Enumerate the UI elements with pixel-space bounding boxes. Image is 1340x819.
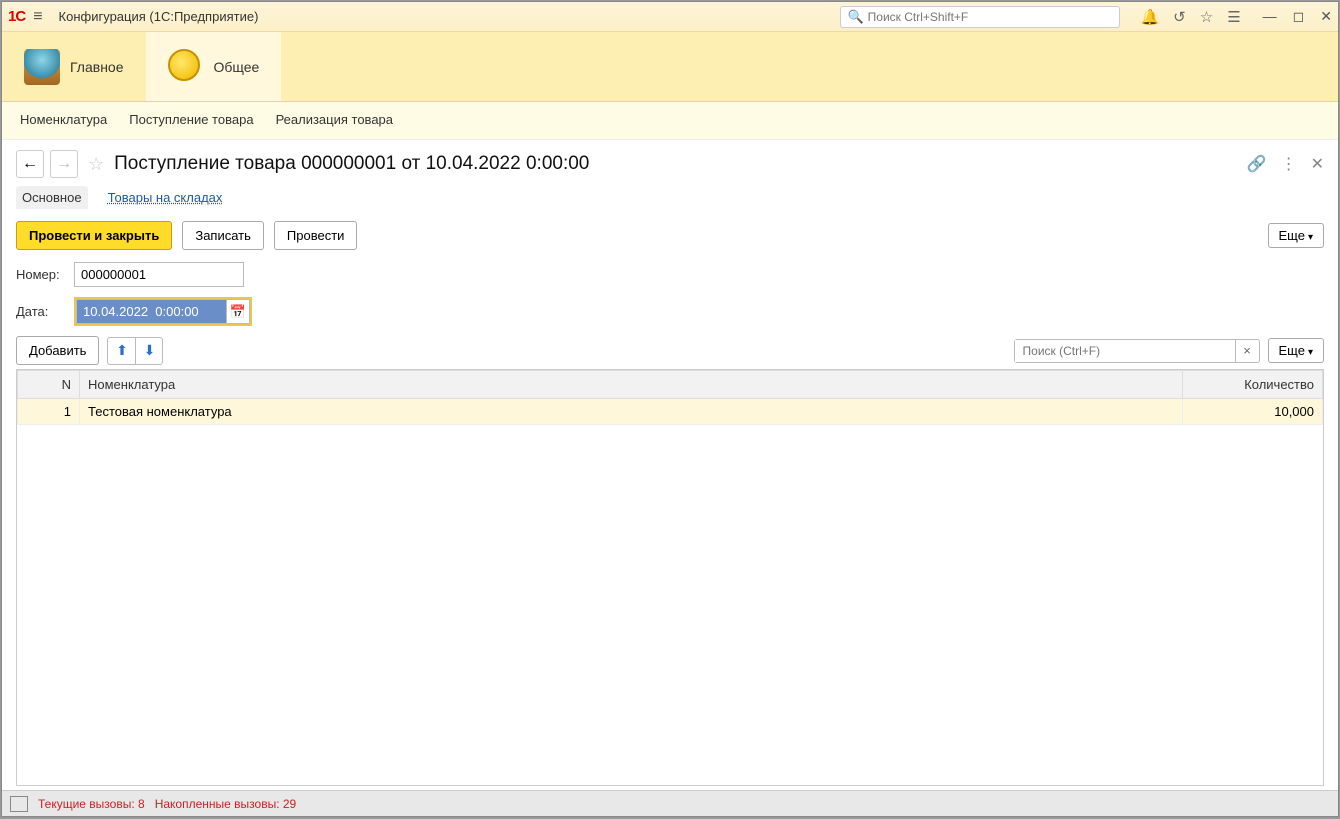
table-search[interactable]: × — [1014, 339, 1260, 363]
number-input[interactable] — [74, 262, 244, 287]
bell-icon[interactable]: 🔔 — [1140, 8, 1159, 26]
subtab-main[interactable]: Основное — [16, 186, 88, 209]
favorite-icon[interactable]: ☆ — [88, 154, 104, 175]
post-button[interactable]: Провести — [274, 221, 358, 250]
global-search-input[interactable] — [868, 10, 1114, 24]
table-more-button[interactable]: Еще▾ — [1268, 338, 1324, 363]
cell-qty: 10,000 — [1183, 399, 1323, 425]
status-window-icon[interactable] — [10, 796, 28, 812]
star-icon[interactable]: ☆ — [1200, 8, 1213, 26]
calendar-icon[interactable]: 📅 — [226, 299, 250, 324]
app-logo: 1C — [8, 8, 25, 25]
page-title: Поступление товара 000000001 от 10.04.20… — [114, 153, 589, 175]
section-bar: Главное Общее — [2, 32, 1338, 102]
cell-nomen: Тестовая номенклатура — [80, 399, 1183, 425]
titlebar: 1C ≡ Конфигурация (1С:Предприятие) 🔍 🔔 ↺… — [2, 2, 1338, 32]
move-down-button[interactable]: ⬇ — [135, 337, 163, 365]
save-button[interactable]: Записать — [182, 221, 264, 250]
history-icon[interactable]: ↺ — [1173, 8, 1186, 26]
search-icon: 🔍 — [847, 9, 863, 25]
table-search-input[interactable] — [1015, 340, 1235, 362]
status-accum-calls: Накопленные вызовы: 29 — [155, 797, 297, 811]
statusbar: Текущие вызовы: 8 Накопленные вызовы: 29 — [2, 790, 1338, 816]
date-label: Дата: — [16, 304, 66, 319]
subnav-sale[interactable]: Реализация товара — [276, 112, 393, 127]
page-header: ← → ☆ Поступление товара 000000001 от 10… — [16, 150, 1324, 178]
lamp-icon — [24, 49, 60, 85]
subnav: Номенклатура Поступление товара Реализац… — [2, 102, 1338, 140]
chevron-down-icon: ▾ — [1308, 347, 1313, 358]
move-up-button[interactable]: ⬆ — [107, 337, 135, 365]
table-row[interactable]: 1 Тестовая номенклатура 10,000 — [18, 399, 1323, 425]
subtab-stock[interactable]: Товары на складах — [102, 186, 229, 209]
link-icon[interactable]: 🔗 — [1247, 154, 1267, 174]
subnav-nomenclature[interactable]: Номенклатура — [20, 112, 107, 127]
col-header-qty[interactable]: Количество — [1183, 371, 1323, 399]
date-input[interactable] — [76, 299, 226, 324]
coin-icon — [168, 49, 200, 81]
menu-icon[interactable]: ≡ — [33, 8, 42, 26]
chevron-down-icon: ▾ — [1308, 232, 1313, 243]
col-header-nomen[interactable]: Номенклатура — [80, 371, 1183, 399]
subtabs: Основное Товары на складах — [16, 186, 1324, 209]
date-row: Дата: 📅 — [16, 297, 1324, 326]
col-header-n[interactable]: N — [18, 371, 80, 399]
number-label: Номер: — [16, 267, 66, 282]
app-title: Конфигурация (1С:Предприятие) — [59, 9, 259, 24]
action-row: Провести и закрыть Записать Провести Еще… — [16, 221, 1324, 250]
nav-back-button[interactable]: ← — [16, 150, 44, 178]
kebab-icon[interactable]: ⋮ — [1281, 154, 1297, 174]
status-current-calls: Текущие вызовы: 8 — [38, 797, 145, 811]
cell-n: 1 — [18, 399, 80, 425]
close-icon[interactable]: ✕ — [1320, 8, 1332, 25]
table-toolbar: Добавить ⬆ ⬇ × Еще▾ — [16, 336, 1324, 365]
filter-icon[interactable]: ☰ — [1227, 8, 1240, 26]
maximize-icon[interactable]: ◻ — [1293, 8, 1305, 25]
nav-forward-button[interactable]: → — [50, 150, 78, 178]
table[interactable]: N Номенклатура Количество 1 Тестовая ном… — [16, 369, 1324, 786]
section-tab-common[interactable]: Общее — [146, 32, 282, 101]
post-and-close-button[interactable]: Провести и закрыть — [16, 221, 172, 250]
more-button[interactable]: Еще▾ — [1268, 223, 1324, 248]
section-label: Главное — [70, 59, 124, 75]
add-button[interactable]: Добавить — [16, 336, 99, 365]
clear-search-icon[interactable]: × — [1235, 340, 1259, 362]
section-tab-main[interactable]: Главное — [2, 32, 146, 101]
minimize-icon[interactable]: — — [1263, 8, 1277, 25]
page-close-icon[interactable]: ✕ — [1311, 154, 1324, 174]
subnav-receipt[interactable]: Поступление товара — [129, 112, 253, 127]
global-search[interactable]: 🔍 — [840, 6, 1120, 28]
section-label: Общее — [214, 59, 260, 75]
number-row: Номер: — [16, 262, 1324, 287]
